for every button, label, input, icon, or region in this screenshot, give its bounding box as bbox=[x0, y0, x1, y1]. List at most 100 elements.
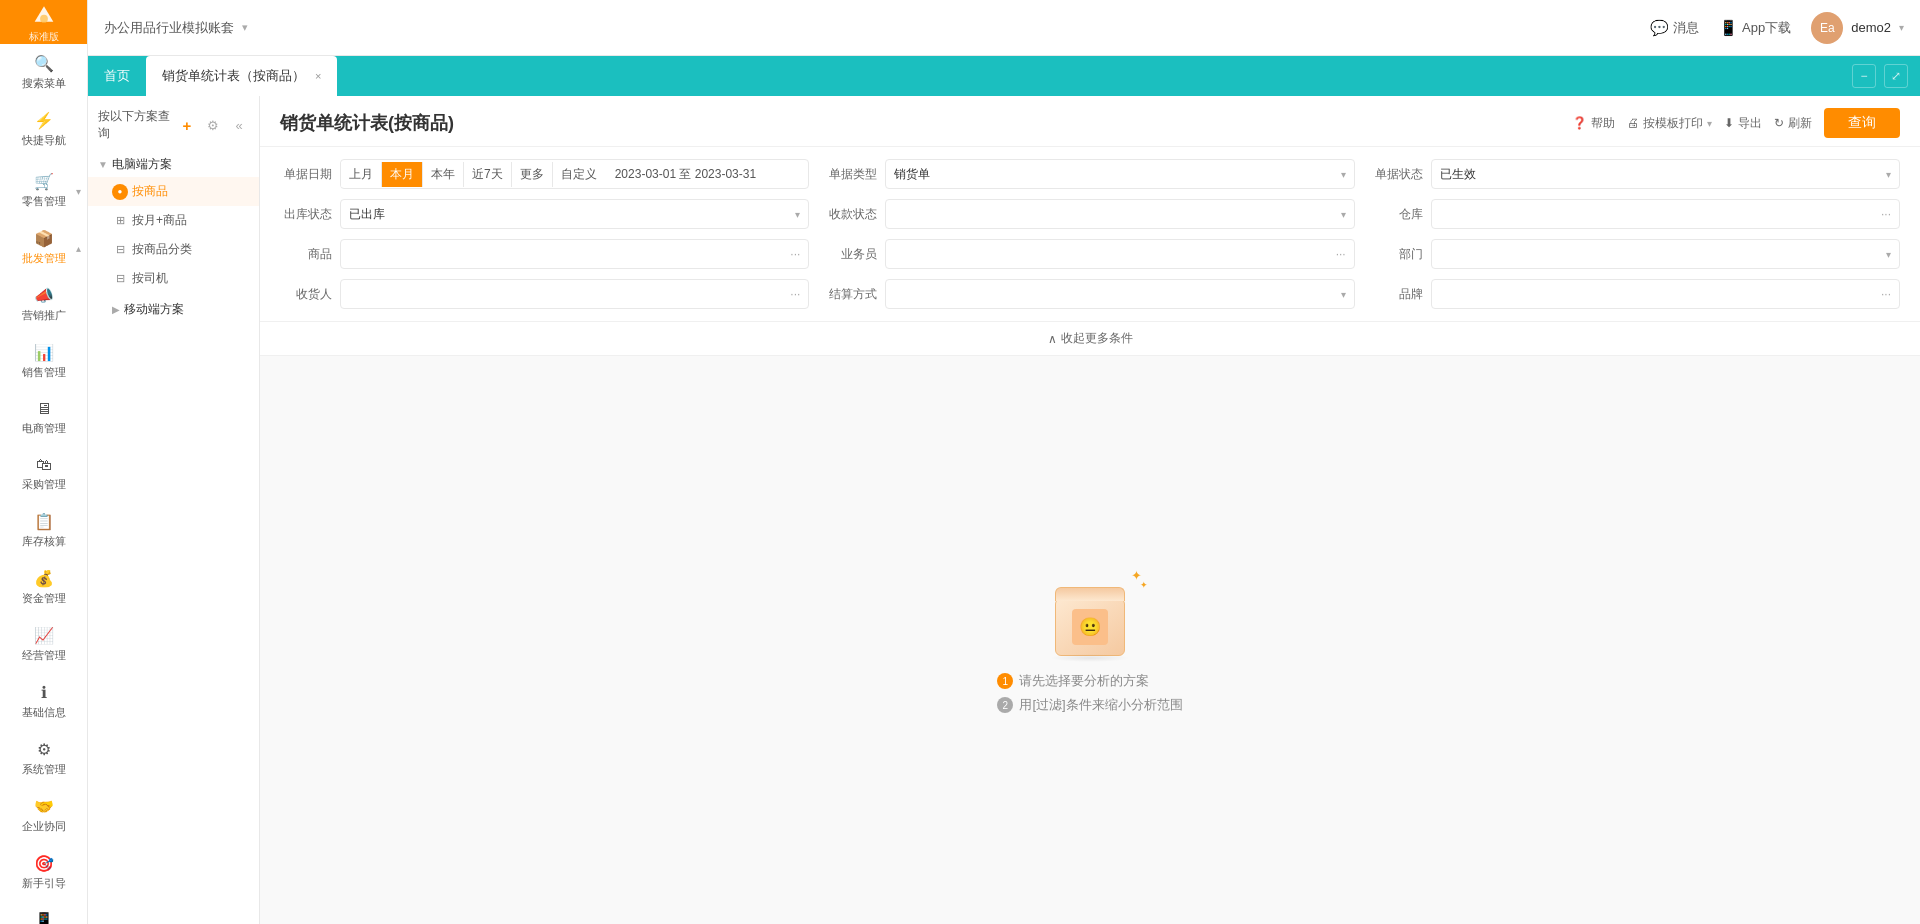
message-button[interactable]: 💬 消息 bbox=[1650, 19, 1699, 37]
warehouse-field[interactable]: ··· bbox=[1431, 199, 1900, 229]
app-download-button[interactable]: 📱 App下载 bbox=[1719, 19, 1791, 37]
scheme-item-by-driver[interactable]: ⊟ 按司机 bbox=[88, 264, 259, 293]
dept-field[interactable]: ▾ bbox=[1431, 239, 1900, 269]
doc-type-field[interactable]: 销货单 ▾ bbox=[885, 159, 1354, 189]
filter-brand-cell: 品牌 ··· bbox=[1371, 279, 1900, 309]
receipt-status-field[interactable]: ▾ bbox=[885, 199, 1354, 229]
doc-status-field[interactable]: 已生效 ▾ bbox=[1431, 159, 1900, 189]
sidebar-item-search[interactable]: 🔍 搜索菜单 bbox=[0, 44, 87, 101]
collapse-button[interactable]: ∧ 收起更多条件 bbox=[1036, 328, 1145, 349]
sidebar-item-purchase[interactable]: 🛍 采购管理 bbox=[0, 446, 87, 502]
tab-home[interactable]: 首页 bbox=[88, 56, 146, 96]
brand-more: ··· bbox=[1881, 287, 1891, 301]
header-left: 办公用品行业模拟账套 ▾ bbox=[104, 19, 248, 37]
recipient-more: ··· bbox=[790, 287, 800, 301]
filter-row-4: 收货人 ··· 结算方式 ▾ 品牌 bbox=[280, 279, 1900, 309]
scheme-item-by-goods[interactable]: ● 按商品 bbox=[88, 177, 259, 206]
date-filter[interactable]: 上月 本月 本年 近7天 bbox=[340, 159, 809, 189]
warehouse-more: ··· bbox=[1881, 207, 1891, 221]
scheme-category-icon: ⊟ bbox=[112, 242, 128, 258]
collapse-panel-button[interactable]: « bbox=[229, 115, 249, 135]
date-tab-7days[interactable]: 近7天 bbox=[464, 162, 512, 187]
scheme-item-by-month-goods[interactable]: ⊞ 按月+商品 bbox=[88, 206, 259, 235]
sidebar-item-finance[interactable]: 💰 资金管理 bbox=[0, 559, 87, 616]
sidebar-item-guide-label: 新手引导 bbox=[22, 876, 66, 891]
export-label: 导出 bbox=[1738, 115, 1762, 132]
scheme-by-goods-label: 按商品 bbox=[132, 183, 168, 200]
recipient-label: 收货人 bbox=[280, 286, 340, 303]
recipient-field[interactable]: ··· bbox=[340, 279, 809, 309]
brand-label: 品牌 bbox=[1371, 286, 1431, 303]
sidebar-item-marketing-label: 营销推广 bbox=[22, 308, 66, 323]
tab-maximize-button[interactable]: ⤢ bbox=[1884, 64, 1908, 88]
date-tab-this-year[interactable]: 本年 bbox=[423, 162, 464, 187]
date-tab-custom[interactable]: 自定义 bbox=[553, 162, 605, 187]
sidebar-item-operations[interactable]: 📈 经营管理 bbox=[0, 616, 87, 673]
sidebar-item-enterprise[interactable]: 🤝 企业协同 bbox=[0, 787, 87, 844]
sidebar-item-inventory[interactable]: 📋 库存核算 bbox=[0, 502, 87, 559]
wholesale-expand-icon: ▴ bbox=[76, 242, 81, 253]
receipt-status-label: 收款状态 bbox=[825, 206, 885, 223]
operations-icon: 📈 bbox=[34, 626, 54, 645]
goods-label: 商品 bbox=[280, 246, 340, 263]
sidebar-item-wholesale[interactable]: 📦 批发管理 ▴ bbox=[0, 219, 87, 276]
app-logo[interactable]: 标准版 bbox=[0, 0, 87, 44]
query-panel-header-label: 按以下方案查询 bbox=[98, 108, 177, 142]
date-tabs: 上月 本月 本年 近7天 bbox=[341, 162, 605, 187]
settlement-field[interactable]: ▾ bbox=[885, 279, 1354, 309]
empty-tip-1: 1 请先选择要分析的方案 bbox=[997, 672, 1149, 690]
help-button[interactable]: ❓ 帮助 bbox=[1572, 115, 1615, 132]
date-tab-this-month[interactable]: 本月 bbox=[382, 162, 423, 187]
app-subtitle: 标准版 bbox=[29, 30, 59, 44]
sidebar-item-quicknav[interactable]: ⚡ 快捷导航 bbox=[0, 101, 87, 158]
scheme-group-mobile-header[interactable]: ▶ 移动端方案 bbox=[88, 297, 259, 322]
scheme-item-by-category[interactable]: ⊟ 按商品分类 bbox=[88, 235, 259, 264]
sidebar-item-search-label: 搜索菜单 bbox=[22, 76, 66, 91]
sidebar-item-sales[interactable]: 📊 销售管理 bbox=[0, 333, 87, 390]
scheme-group-pc: ▼ 电脑端方案 ● 按商品 ⊞ 按月+商品 ⊟ 按商品分类 bbox=[88, 150, 259, 295]
salesman-field[interactable]: ··· bbox=[885, 239, 1354, 269]
sidebar-item-marketing[interactable]: 📣 营销推广 bbox=[0, 276, 87, 333]
search-icon: 🔍 bbox=[34, 54, 54, 73]
template-print-button[interactable]: 🖨 按模板打印 ▾ bbox=[1627, 115, 1712, 132]
industry-dropdown-icon[interactable]: ▾ bbox=[242, 21, 248, 34]
sidebar-item-ecommerce[interactable]: 🖥 电商管理 bbox=[0, 390, 87, 446]
main-area: 办公用品行业模拟账套 ▾ 💬 消息 📱 App下载 Ea demo2 ▾ 首 bbox=[88, 0, 1920, 924]
filter-recipient-cell: 收货人 ··· bbox=[280, 279, 809, 309]
filter-date-cell: 单据日期 上月 本月 本年 bbox=[280, 159, 809, 189]
query-button[interactable]: 查询 bbox=[1824, 108, 1900, 138]
tab-sales-stats[interactable]: 销货单统计表（按商品） × bbox=[146, 56, 337, 96]
marketing-icon: 📣 bbox=[34, 286, 54, 305]
guide-icon: 🎯 bbox=[34, 854, 54, 873]
filter-docstatus-cell: 单据状态 已生效 ▾ bbox=[1371, 159, 1900, 189]
date-tab-last-month[interactable]: 上月 bbox=[341, 162, 382, 187]
sidebar-item-retail[interactable]: 🛒 零售管理 ▾ bbox=[0, 162, 87, 219]
tab-minimize-button[interactable]: − bbox=[1852, 64, 1876, 88]
filter-row-3: 商品 ··· 业务员 ··· 部门 bbox=[280, 239, 1900, 269]
print-dropdown-icon: ▾ bbox=[1707, 118, 1712, 129]
template-print-label: 按模板打印 bbox=[1643, 115, 1703, 132]
tab-close-icon[interactable]: × bbox=[315, 70, 321, 82]
collapse-arrow-icon: ∧ bbox=[1048, 332, 1057, 346]
refresh-button[interactable]: ↻ 刷新 bbox=[1774, 115, 1812, 132]
brand-field[interactable]: ··· bbox=[1431, 279, 1900, 309]
sidebar-item-wholesale-label: 批发管理 bbox=[22, 251, 66, 266]
add-scheme-button[interactable]: + bbox=[177, 115, 197, 135]
out-status-arrow: ▾ bbox=[795, 209, 800, 220]
box-shadow bbox=[1050, 654, 1130, 662]
date-tab-more[interactable]: 更多 bbox=[512, 162, 553, 187]
sidebar-item-guide[interactable]: 🎯 新手引导 bbox=[0, 844, 87, 901]
user-area[interactable]: Ea demo2 ▾ bbox=[1811, 12, 1904, 44]
tab-sales-stats-label: 销货单统计表（按商品） bbox=[162, 67, 305, 85]
scheme-group-pc-header[interactable]: ▼ 电脑端方案 bbox=[88, 152, 259, 177]
dept-label: 部门 bbox=[1371, 246, 1431, 263]
warehouse-label: 仓库 bbox=[1371, 206, 1431, 223]
goods-field[interactable]: ··· bbox=[340, 239, 809, 269]
sidebar-item-system[interactable]: ⚙ 系统管理 bbox=[0, 730, 87, 787]
sidebar-item-basicinfo[interactable]: ℹ 基础信息 bbox=[0, 673, 87, 730]
out-status-field[interactable]: 已出库 ▾ bbox=[340, 199, 809, 229]
page-title-bar: 销货单统计表(按商品) ❓ 帮助 🖨 按模板打印 ▾ ⬇ 导出 bbox=[260, 96, 1920, 147]
export-button[interactable]: ⬇ 导出 bbox=[1724, 115, 1762, 132]
sidebar-item-appcenter[interactable]: 📱 应用中心 bbox=[0, 901, 87, 924]
settings-scheme-button[interactable]: ⚙ bbox=[203, 115, 223, 135]
